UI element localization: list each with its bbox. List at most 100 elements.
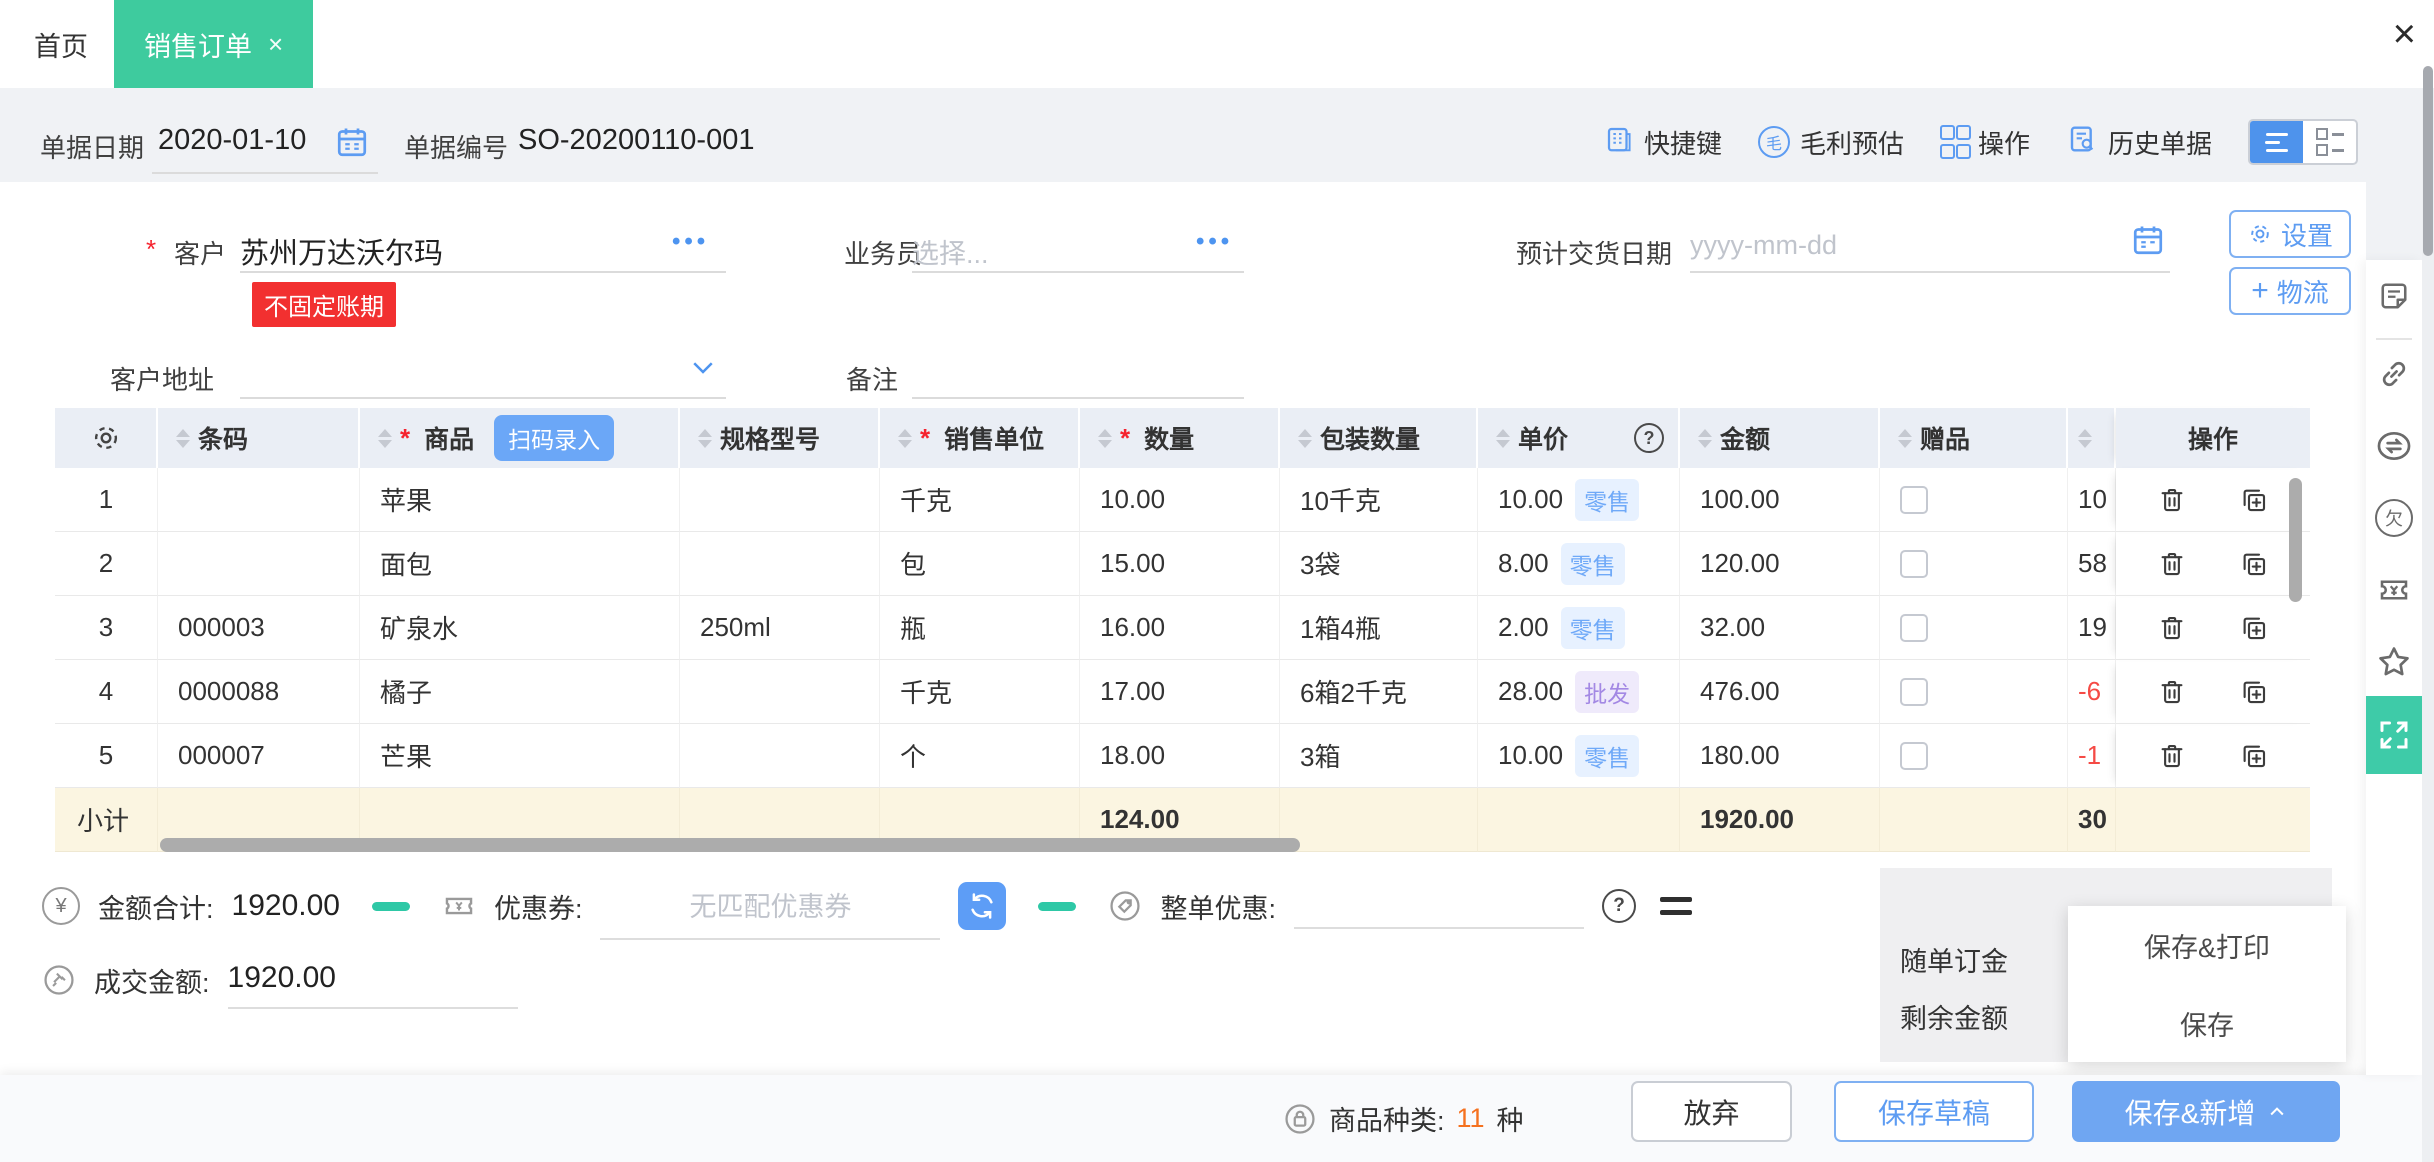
column-header-gift[interactable]: 赠品: [1880, 408, 2068, 468]
sort-icon[interactable]: [378, 428, 392, 448]
scan-entry-button[interactable]: 扫码录入: [494, 415, 615, 461]
refresh-coupon-button[interactable]: [958, 882, 1007, 930]
cell-spec[interactable]: [680, 532, 880, 596]
duplicate-row-icon[interactable]: [2239, 485, 2269, 515]
column-header-price[interactable]: 单价 ?: [1478, 408, 1680, 468]
swap-icon[interactable]: [2366, 418, 2422, 474]
cell-qty[interactable]: 18.00: [1080, 724, 1280, 788]
salesman-more-icon[interactable]: •••: [1196, 228, 1233, 256]
column-header-product[interactable]: * 商品 扫码录入: [360, 408, 680, 468]
sort-icon[interactable]: [2078, 428, 2092, 448]
column-header-spec[interactable]: 规格型号: [680, 408, 880, 468]
panel-view-toggle[interactable]: [2303, 121, 2356, 163]
calendar-icon[interactable]: [2130, 222, 2166, 263]
cell-spec[interactable]: [680, 724, 880, 788]
owe-money-icon[interactable]: 欠: [2366, 490, 2422, 546]
cell-barcode[interactable]: 0000088: [158, 660, 360, 724]
cell-product[interactable]: 面包: [360, 532, 680, 596]
cell-package-qty[interactable]: 3袋: [1280, 532, 1478, 596]
delete-row-icon[interactable]: [2157, 485, 2187, 515]
duplicate-row-icon[interactable]: [2239, 741, 2269, 771]
duplicate-row-icon[interactable]: [2239, 549, 2269, 579]
sort-icon[interactable]: [1496, 428, 1510, 448]
delete-row-icon[interactable]: [2157, 613, 2187, 643]
window-close-icon[interactable]: ×: [2393, 14, 2416, 54]
shortcut-keys-button[interactable]: 快捷键: [1604, 124, 1722, 161]
gift-checkbox[interactable]: [1900, 549, 1928, 578]
cell-barcode[interactable]: 000003: [158, 596, 360, 660]
tab-close-icon[interactable]: ×: [268, 29, 283, 60]
cell-barcode[interactable]: [158, 532, 360, 596]
column-header-package-qty[interactable]: 包装数量: [1280, 408, 1478, 468]
cell-package-qty[interactable]: 1箱4瓶: [1280, 596, 1478, 660]
menu-item-save-print[interactable]: 保存&打印: [2144, 926, 2270, 965]
column-header-stock-clipped[interactable]: [2068, 408, 2116, 468]
cell-product[interactable]: 芒果: [360, 724, 680, 788]
remark-underline[interactable]: [912, 397, 1244, 399]
price-help-icon[interactable]: ?: [1634, 423, 1664, 453]
cell-spec[interactable]: [680, 660, 880, 724]
cell-amount[interactable]: 120.00: [1680, 532, 1880, 596]
sort-icon[interactable]: [1698, 428, 1712, 448]
gross-profit-button[interactable]: 毛 毛利预估: [1757, 124, 1904, 161]
column-header-qty[interactable]: * 数量: [1080, 408, 1280, 468]
save-and-new-button[interactable]: 保存&新增: [2072, 1081, 2340, 1142]
customer-value[interactable]: 苏州万达沃尔玛: [240, 230, 443, 272]
cell-unit[interactable]: 个: [880, 724, 1080, 788]
delete-row-icon[interactable]: [2157, 549, 2187, 579]
cell-package-qty[interactable]: 10千克: [1280, 468, 1478, 532]
column-header-amount[interactable]: 金额: [1680, 408, 1880, 468]
coupon-ticket-icon[interactable]: [2366, 562, 2422, 618]
expand-fullscreen-icon[interactable]: [2366, 696, 2422, 774]
cell-unit[interactable]: 千克: [880, 660, 1080, 724]
discount-help-icon[interactable]: ?: [1602, 889, 1636, 923]
sort-icon[interactable]: [1898, 428, 1912, 448]
link-icon[interactable]: [2366, 346, 2422, 402]
page-scrollbar-thumb[interactable]: [2423, 66, 2433, 256]
address-underline[interactable]: [240, 397, 726, 399]
cell-price[interactable]: 28.00 批发: [1478, 660, 1680, 724]
cell-package-qty[interactable]: 6箱2千克: [1280, 660, 1478, 724]
deal-amount-value[interactable]: 1920.00: [227, 961, 518, 1009]
cell-amount[interactable]: 180.00: [1680, 724, 1880, 788]
cell-qty[interactable]: 17.00: [1080, 660, 1280, 724]
cell-amount[interactable]: 100.00: [1680, 468, 1880, 532]
coupon-input[interactable]: 无匹配优惠券: [600, 885, 941, 940]
cell-package-qty[interactable]: 3箱: [1280, 724, 1478, 788]
cell-product[interactable]: 苹果: [360, 468, 680, 532]
duplicate-row-icon[interactable]: [2239, 613, 2269, 643]
column-header-unit[interactable]: * 销售单位: [880, 408, 1080, 468]
delete-row-icon[interactable]: [2157, 741, 2187, 771]
cell-price[interactable]: 8.00 零售: [1478, 532, 1680, 596]
cell-amount[interactable]: 476.00: [1680, 660, 1880, 724]
cell-barcode[interactable]: 000007: [158, 724, 360, 788]
duplicate-row-icon[interactable]: [2239, 677, 2269, 707]
delete-row-icon[interactable]: [2157, 677, 2187, 707]
tab-sales-order[interactable]: 销售订单 ×: [114, 0, 314, 88]
chevron-down-icon[interactable]: [688, 352, 718, 387]
discard-button[interactable]: 放弃: [1631, 1081, 1792, 1142]
history-orders-button[interactable]: 历史单据: [2066, 123, 2212, 162]
table-vertical-scrollbar[interactable]: [2289, 478, 2302, 602]
gift-checkbox[interactable]: [1900, 485, 1928, 514]
menu-item-save[interactable]: 保存: [2180, 1004, 2234, 1043]
gift-checkbox[interactable]: [1900, 677, 1928, 706]
sort-icon[interactable]: [1298, 428, 1312, 448]
cell-qty[interactable]: 15.00: [1080, 532, 1280, 596]
actions-button[interactable]: 操作: [1939, 124, 2030, 161]
sort-icon[interactable]: [176, 428, 190, 448]
gift-checkbox[interactable]: [1900, 613, 1928, 642]
calendar-icon[interactable]: [334, 124, 370, 165]
whole-order-discount-input[interactable]: [1294, 895, 1584, 929]
column-header-barcode[interactable]: 条码: [158, 408, 360, 468]
list-view-toggle[interactable]: [2250, 121, 2303, 163]
sort-icon[interactable]: [1098, 428, 1112, 448]
save-draft-button[interactable]: 保存草稿: [1834, 1081, 2034, 1142]
cell-price[interactable]: 10.00 零售: [1478, 724, 1680, 788]
settings-button[interactable]: 设置: [2229, 210, 2351, 258]
column-settings-gear-icon[interactable]: [55, 408, 158, 468]
cell-unit[interactable]: 包: [880, 532, 1080, 596]
star-favorite-icon[interactable]: [2366, 634, 2422, 690]
cell-qty[interactable]: 10.00: [1080, 468, 1280, 532]
cell-barcode[interactable]: [158, 468, 360, 532]
